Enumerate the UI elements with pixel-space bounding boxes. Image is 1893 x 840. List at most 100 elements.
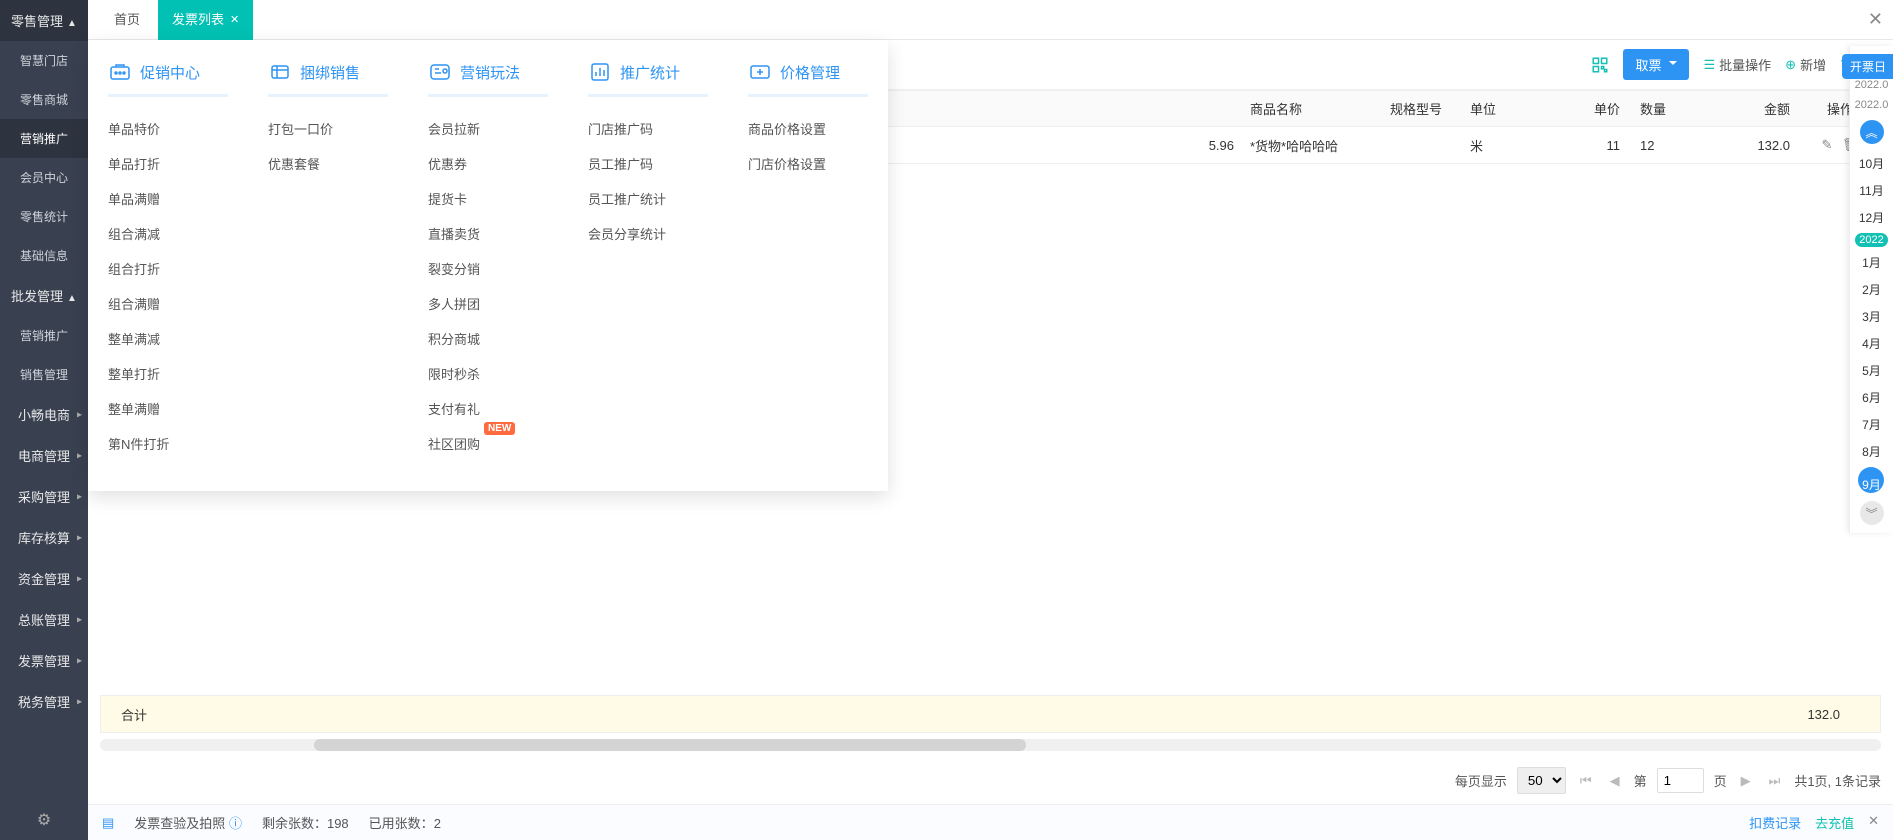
sidebar-item[interactable]: 基础信息 [0,236,88,275]
chevron-icon: ▸ [77,696,82,707]
tab-home[interactable]: 首页 [100,0,154,40]
th-unit: 单位 [1460,99,1540,118]
mega-menu-link[interactable]: 优惠券 [428,146,548,181]
mega-menu-link[interactable]: 打包一口价 [268,111,388,146]
batch-ops-button[interactable]: ☰ 批量操作 [1703,55,1771,74]
sidebar-item[interactable]: 税务管理▸ [0,681,88,722]
next-page-icon[interactable]: ▶ [1737,773,1755,789]
qr-scan-icon[interactable] [1591,56,1609,74]
horizontal-scrollbar[interactable] [100,739,1881,751]
sidebar-item[interactable]: 总账管理▸ [0,599,88,640]
fetch-invoice-button[interactable]: 取票 [1623,49,1689,80]
month-item[interactable]: 12月 [1855,204,1887,231]
close-all-tabs-icon[interactable]: ✕ [1858,9,1893,30]
mega-menu-link[interactable]: 会员拉新 [428,111,548,146]
year-badge: 2022 [1855,233,1887,247]
mega-menu-link[interactable]: 直播卖货 [428,216,548,251]
status-check[interactable]: 发票查验及拍照 ⓘ [134,813,242,832]
sidebar-item[interactable]: 发票管理▸ [0,640,88,681]
first-page-icon[interactable]: ⏮ [1576,773,1596,789]
mega-menu-link[interactable]: 裂变分销 [428,251,548,286]
sidebar-item[interactable]: 零售统计 [0,197,88,236]
sidebar-item[interactable]: 会员中心 [0,158,88,197]
mega-menu-link[interactable]: 组合满赠 [108,286,228,321]
sidebar-item[interactable]: 采购管理▸ [0,476,88,517]
mega-menu-link[interactable]: 会员分享统计 [588,216,708,251]
sidebar-item[interactable]: 智慧门店 [0,41,88,80]
th-price: 单价 [1540,99,1630,118]
month-item[interactable]: 6月 [1855,384,1887,411]
sidebar-item[interactable]: 资金管理▸ [0,558,88,599]
mega-menu-link[interactable]: 单品打折 [108,146,228,181]
list-icon: ☰ [1703,57,1715,73]
mega-menu-link[interactable]: 第N件打折 [108,426,228,461]
column-icon [268,60,292,84]
month-item[interactable]: 4月 [1855,330,1887,357]
month-item[interactable]: 5月 [1855,357,1887,384]
scroll-down-icon[interactable]: ︾ [1860,501,1884,525]
close-icon[interactable]: ✕ [230,0,239,40]
mega-menu-link[interactable]: 支付有礼 [428,391,548,426]
sidebar-item[interactable]: 批发管理▲ [0,275,88,316]
month-item[interactable]: 1月 [1855,249,1887,276]
scrollbar-thumb[interactable] [314,739,1026,751]
sidebar-item[interactable]: 小畅电商▸ [0,394,88,435]
month-item[interactable]: 3月 [1855,303,1887,330]
close-icon[interactable]: ✕ [1868,813,1879,832]
sidebar-item[interactable]: 电商管理▸ [0,435,88,476]
mega-menu-link[interactable]: 整单满减 [108,321,228,356]
sidebar-item[interactable]: 营销推广 [0,119,88,158]
plus-icon: ⊕ [1785,57,1796,73]
sidebar-item[interactable]: 零售商城 [0,80,88,119]
mega-menu-link[interactable]: 门店推广码 [588,111,708,146]
month-item[interactable]: 11月 [1855,177,1887,204]
chevron-icon: ▸ [77,409,82,420]
settings-gear-icon[interactable]: ⚙ [0,800,88,840]
month-item[interactable]: 8月 [1855,438,1887,465]
page-input[interactable] [1657,768,1704,793]
last-page-icon[interactable]: ⏭ [1765,773,1785,789]
mega-menu: 促销中心单品特价单品打折单品满赠组合满减组合打折组合满赠整单满减整单打折整单满赠… [88,40,888,491]
month-item[interactable]: 9月 [1858,467,1884,493]
sidebar-item[interactable]: 零售管理▲ [0,0,88,41]
date-range-end[interactable]: 2022.0 [1850,96,1893,114]
chevron-icon: ▲ [67,18,77,29]
tab-label: 发票列表 [172,0,224,40]
mega-menu-link[interactable]: 优惠套餐 [268,146,388,181]
mega-menu-link[interactable]: 商品价格设置 [748,111,868,146]
mega-menu-link[interactable]: 单品满赠 [108,181,228,216]
per-page-select[interactable]: 50 [1517,767,1566,794]
sidebar-item[interactable]: 库存核算▸ [0,517,88,558]
sidebar-item[interactable]: 销售管理 [0,355,88,394]
scroll-up-icon[interactable]: ︽ [1860,120,1884,144]
chevron-icon: ▲ [67,293,77,304]
month-item[interactable]: 2月 [1855,276,1887,303]
info-icon[interactable]: ⓘ [229,816,242,831]
doc-icon: ▤ [102,815,114,831]
mega-menu-link[interactable]: 组合打折 [108,251,228,286]
mega-menu-link[interactable]: 员工推广统计 [588,181,708,216]
mega-menu-link[interactable]: 门店价格设置 [748,146,868,181]
mega-menu-link[interactable]: 组合满减 [108,216,228,251]
pagination: 每页显示 50 ⏮ ◀ 第 页 ▶ ⏭ 共1页, 1条记录 [100,757,1881,804]
mega-menu-link[interactable]: 单品特价 [108,111,228,146]
add-button[interactable]: ⊕ 新增 [1785,55,1826,74]
mega-menu-link[interactable]: 社区团购NEW [428,426,548,461]
mega-menu-link[interactable]: 员工推广码 [588,146,708,181]
month-item[interactable]: 7月 [1855,411,1887,438]
deduct-log-link[interactable]: 扣费记录 [1749,813,1801,832]
mega-menu-link[interactable]: 多人拼团 [428,286,548,321]
recharge-link[interactable]: 去充值 [1815,813,1854,832]
mega-menu-link[interactable]: 积分商城 [428,321,548,356]
edit-icon[interactable]: ✎ [1821,137,1832,152]
month-item[interactable]: 10月 [1855,150,1887,177]
sidebar-item[interactable]: 营销推广 [0,316,88,355]
mega-menu-link[interactable]: 整单打折 [108,356,228,391]
mega-menu-link[interactable]: 提货卡 [428,181,548,216]
mega-menu-link[interactable]: 限时秒杀 [428,356,548,391]
date-sidebar-header[interactable]: 开票日 [1842,54,1893,79]
tab-invoice-list[interactable]: 发票列表 ✕ [158,0,253,40]
status-bar: ▤ 发票查验及拍照 ⓘ 剩余张数：198 已用张数：2 扣费记录 去充值 ✕ [88,804,1893,840]
mega-menu-link[interactable]: 整单满赠 [108,391,228,426]
prev-page-icon[interactable]: ◀ [1606,773,1624,789]
